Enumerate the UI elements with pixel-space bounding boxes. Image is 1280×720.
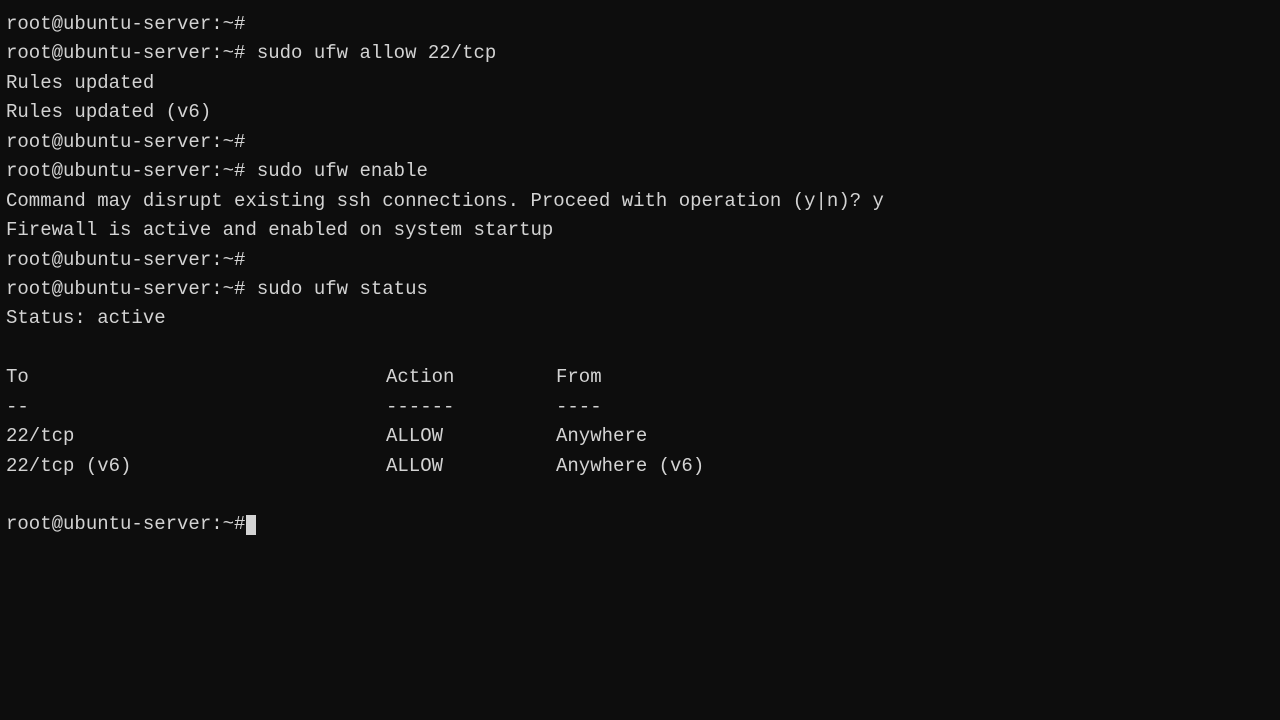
col-to-value: 22/tcp (v6) [6,452,386,481]
output-line: Rules updated (v6) [6,98,1274,127]
blank-line [6,481,1274,510]
col-from-value: Anywhere [556,422,647,451]
output-line: Rules updated [6,69,1274,98]
col-action-header: Action [386,363,556,392]
command-text: sudo ufw enable [245,160,427,182]
blank-line [6,334,1274,363]
col-from-header: From [556,363,602,392]
table-header-row: ToActionFrom [6,363,1274,392]
terminal-window: root@ubuntu-server:~#root@ubuntu-server:… [6,10,1274,540]
table-separator-row: ------------ [6,393,1274,422]
prompt-text: root@ubuntu-server:~# [6,160,245,182]
command-text: sudo ufw allow 22/tcp [245,42,496,64]
command-line: root@ubuntu-server:~# sudo ufw status [6,275,1274,304]
col-from-sep: ---- [556,393,602,422]
col-action-value: ALLOW [386,422,556,451]
col-to-header: To [6,363,386,392]
prompt-text: root@ubuntu-server:~# [6,278,245,300]
output-line: Firewall is active and enabled on system… [6,216,1274,245]
prompt-line: root@ubuntu-server:~# [6,246,1274,275]
col-to-value: 22/tcp [6,422,386,451]
table-data-row: 22/tcpALLOWAnywhere [6,422,1274,451]
col-to-sep: -- [6,393,386,422]
col-from-value: Anywhere (v6) [556,452,704,481]
output-line: Status: active [6,304,1274,333]
col-action-value: ALLOW [386,452,556,481]
output-line: Command may disrupt existing ssh connect… [6,187,1274,216]
command-text: sudo ufw status [245,278,427,300]
active-prompt-line[interactable]: root@ubuntu-server:~# [6,510,1274,539]
command-line: root@ubuntu-server:~# sudo ufw allow 22/… [6,39,1274,68]
active-prompt-text: root@ubuntu-server:~# [6,510,245,539]
prompt-text: root@ubuntu-server:~# [6,42,245,64]
col-action-sep: ------ [386,393,556,422]
table-data-row: 22/tcp (v6)ALLOWAnywhere (v6) [6,452,1274,481]
prompt-line: root@ubuntu-server:~# [6,10,1274,39]
prompt-line: root@ubuntu-server:~# [6,128,1274,157]
command-line: root@ubuntu-server:~# sudo ufw enable [6,157,1274,186]
terminal-cursor [246,515,256,535]
